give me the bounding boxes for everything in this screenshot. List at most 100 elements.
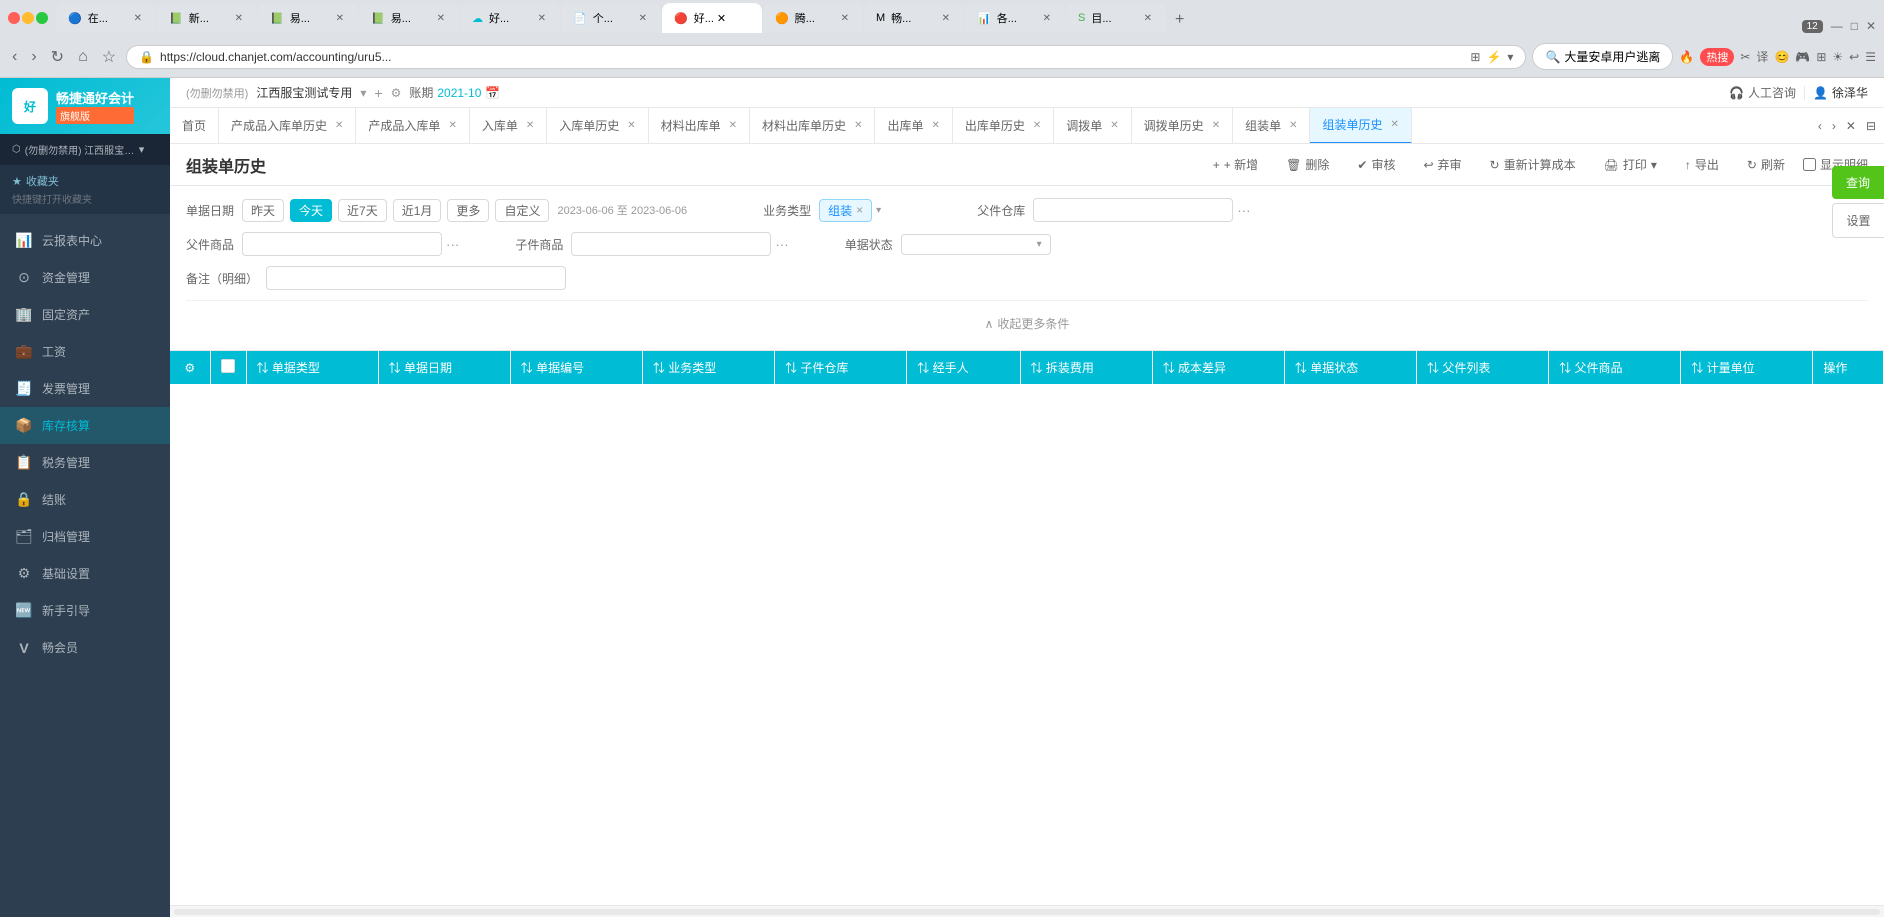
tab-out-history[interactable]: 出库单历史 ✕ xyxy=(953,108,1054,144)
date-today[interactable]: 今天 xyxy=(290,199,332,222)
tab-close-icon[interactable]: ✕ xyxy=(627,120,635,131)
tab-in-history[interactable]: 入库单历史 ✕ xyxy=(547,108,648,144)
business-type-dropdown-icon[interactable]: ▾ xyxy=(876,205,881,216)
sidebar-item-funds[interactable]: ⊙ 资金管理 xyxy=(0,259,170,296)
tab-close-icon[interactable]: ✕ xyxy=(729,120,737,131)
forward-button[interactable]: › xyxy=(27,44,40,70)
tab-prev-button[interactable]: ‹ xyxy=(1814,117,1826,135)
tab-close-icon[interactable]: ✕ xyxy=(1391,119,1399,130)
tab-close-icon[interactable]: ✕ xyxy=(1212,120,1220,131)
sidebar-item-archive[interactable]: 🗂 归档管理 xyxy=(0,518,170,555)
sidebar-item-payroll[interactable]: 💼 工资 xyxy=(0,333,170,370)
tab-close-icon[interactable]: ✕ xyxy=(335,120,343,131)
tab-close-icon[interactable]: ✕ xyxy=(931,120,939,131)
th-checkbox[interactable] xyxy=(210,351,246,384)
sort-icon[interactable]: ⇅ xyxy=(1295,361,1307,375)
tab-in-order[interactable]: 入库单 ✕ xyxy=(470,108,547,144)
bookmark-button[interactable]: ☆ xyxy=(98,43,120,71)
browser-tab-1[interactable]: 🔵 在... ✕ xyxy=(56,3,156,33)
tab-close-icon[interactable]: ✕ xyxy=(526,120,534,131)
parent-warehouse-input[interactable] xyxy=(1033,198,1233,222)
sort-icon[interactable]: ⇅ xyxy=(917,361,929,375)
add-company-btn[interactable]: + xyxy=(374,85,382,101)
tab-home[interactable]: 首页 xyxy=(170,108,219,144)
browser-tab-4[interactable]: 📗 易... ✕ xyxy=(359,3,459,33)
window-close[interactable]: ✕ xyxy=(1866,19,1876,33)
scissors-icon[interactable]: ✂ xyxy=(1740,50,1750,64)
tab-close-icon[interactable]: ✕ xyxy=(1289,120,1297,131)
scrollbar-track[interactable] xyxy=(174,909,1880,915)
date-yesterday[interactable]: 昨天 xyxy=(242,199,284,222)
browser-tab-8[interactable]: 🟠 腾... ✕ xyxy=(763,3,863,33)
game-icon[interactable]: 🎮 xyxy=(1795,50,1810,64)
translate-icon[interactable]: 译 xyxy=(1756,48,1768,65)
sort-icon[interactable]: ⇅ xyxy=(785,361,797,375)
note-input[interactable] xyxy=(266,266,566,290)
th-settings[interactable]: ⚙ xyxy=(170,351,210,384)
sidebar-item-closing[interactable]: 🔒 结账 xyxy=(0,481,170,518)
settings-gear[interactable]: ⚙ xyxy=(391,86,402,100)
tab-close-all-button[interactable]: ✕ xyxy=(1842,117,1860,135)
user-info[interactable]: 👤 徐泽华 xyxy=(1813,84,1868,101)
browser-tab-7[interactable]: 🔴 好... ✕ xyxy=(662,3,762,33)
select-all-checkbox[interactable] xyxy=(221,359,235,373)
tab-assemble[interactable]: 调拨单 ✕ xyxy=(1054,108,1131,144)
tab-close-icon[interactable]: ✕ xyxy=(1033,120,1041,131)
browser-tab-3[interactable]: 📗 易... ✕ xyxy=(258,3,358,33)
sidebar-item-invoice[interactable]: 🧾 发票管理 xyxy=(0,370,170,407)
date-more[interactable]: 更多 xyxy=(447,199,489,222)
order-status-select[interactable]: ▾ xyxy=(901,234,1051,255)
query-button[interactable]: 查询 xyxy=(1832,166,1884,199)
approve-button[interactable]: ✔ 审核 xyxy=(1347,152,1405,177)
business-type-close[interactable]: × xyxy=(856,203,863,217)
sort-icon[interactable]: ⇅ xyxy=(653,361,665,375)
browser-tab-6[interactable]: 📄 个... ✕ xyxy=(561,3,661,33)
sidebar-item-reports[interactable]: 📊 云报表中心 xyxy=(0,222,170,259)
scroll-area[interactable]: ⚙ ⇅ 单据类型 ⇅ xyxy=(170,351,1884,384)
settings-icon[interactable]: ☀ xyxy=(1832,50,1843,64)
parent-goods-input[interactable] xyxy=(242,232,442,256)
tab-next-button[interactable]: › xyxy=(1828,117,1840,135)
parent-warehouse-more[interactable]: ··· xyxy=(1237,203,1250,218)
sidebar-item-settings[interactable]: ⚙ 基础设置 xyxy=(0,555,170,592)
sort-icon[interactable]: ⇅ xyxy=(257,361,269,375)
sidebar-item-tax[interactable]: 📋 税务管理 xyxy=(0,444,170,481)
browser-tab-2[interactable]: 📗 新... ✕ xyxy=(157,3,257,33)
sort-icon[interactable]: ⇅ xyxy=(1427,361,1439,375)
address-bar[interactable]: 🔒 https://cloud.chanjet.com/accounting/u… xyxy=(126,45,1526,69)
sort-icon[interactable]: ⇅ xyxy=(389,361,401,375)
delete-button[interactable]: 🗑 删除 xyxy=(1276,152,1339,177)
search-box[interactable]: 🔍 大量安卓用户逃离 xyxy=(1532,43,1673,70)
date-1month[interactable]: 近1月 xyxy=(393,199,442,222)
history-icon[interactable]: ↩ xyxy=(1849,50,1859,64)
home-button[interactable]: ⌂ xyxy=(74,44,92,70)
browser-tab-9[interactable]: M 畅... ✕ xyxy=(864,3,964,33)
date-7days[interactable]: 近7天 xyxy=(338,199,387,222)
tab-more-button[interactable]: ⊟ xyxy=(1862,117,1880,135)
collapse-button[interactable]: ∧ 收起更多条件 xyxy=(979,309,1076,338)
window-minimize[interactable]: — xyxy=(1831,19,1843,33)
bottom-scrollbar[interactable] xyxy=(170,905,1884,917)
tab-close-icon[interactable]: ✕ xyxy=(854,120,862,131)
browser-tab-5[interactable]: ☁ 好... ✕ xyxy=(460,3,560,33)
emoji-icon[interactable]: 😊 xyxy=(1774,50,1789,64)
sort-icon[interactable]: ⇅ xyxy=(521,361,533,375)
browser-tab-11[interactable]: S 目... ✕ xyxy=(1066,3,1166,33)
window-maximize[interactable]: □ xyxy=(1851,19,1858,33)
sort-icon[interactable]: ⇅ xyxy=(1031,361,1043,375)
child-goods-more[interactable]: ··· xyxy=(775,237,788,252)
tab-kit-history[interactable]: 组装单历史 ✕ xyxy=(1310,108,1411,144)
sort-icon[interactable]: ⇅ xyxy=(1691,361,1703,375)
company-dropdown-btn[interactable]: ▾ xyxy=(360,86,366,100)
tab-production-in[interactable]: 产成品入库单 ✕ xyxy=(356,108,469,144)
new-tab-button[interactable]: + xyxy=(1167,7,1192,33)
sidebar-item-guide[interactable]: 🆕 新手引导 xyxy=(0,592,170,629)
export-button[interactable]: ↑ 导出 xyxy=(1675,152,1729,177)
tab-assemble-history[interactable]: 调拨单历史 ✕ xyxy=(1132,108,1233,144)
date-custom[interactable]: 自定义 xyxy=(495,199,549,222)
tab-kit[interactable]: 组装单 ✕ xyxy=(1233,108,1310,144)
sort-icon[interactable]: ⇅ xyxy=(1163,361,1175,375)
sidebar-item-assets[interactable]: 🏢 固定资产 xyxy=(0,296,170,333)
sidebar-item-vip[interactable]: V 畅会员 xyxy=(0,629,170,666)
tab-material-out-history[interactable]: 材料出库单历史 ✕ xyxy=(750,108,875,144)
